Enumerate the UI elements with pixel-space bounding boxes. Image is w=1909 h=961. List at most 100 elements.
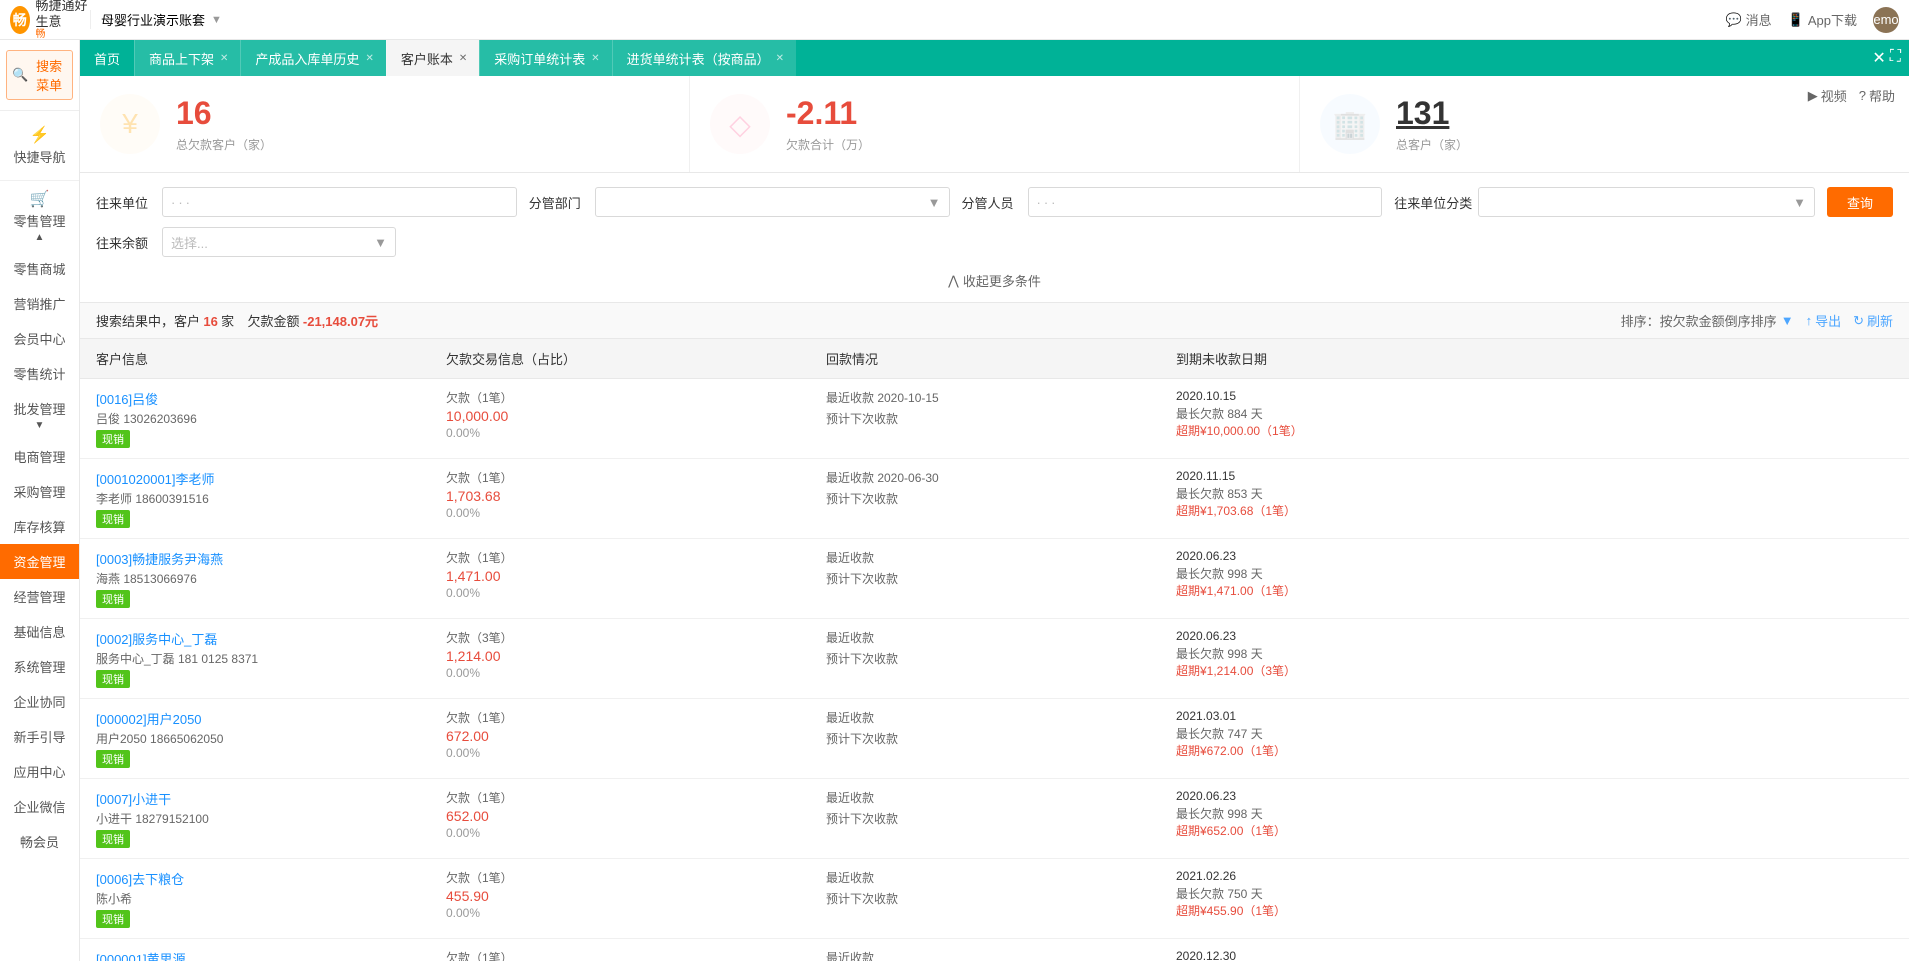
sidebar-item-newbie[interactable]: 新手引导: [0, 719, 79, 754]
expand-tab-btn[interactable]: ⛶: [1890, 48, 1901, 68]
content-area: ¥ 16 总欠款客户（家） ◇ -2.11 欠款合计（万） 🏢: [80, 76, 1909, 961]
search-btn[interactable]: 查询: [1827, 187, 1893, 217]
sidebar-item-ecom-mgmt[interactable]: 电商管理: [0, 439, 79, 474]
tab-actions: ✕ ⛶: [1864, 48, 1909, 68]
close-other-tabs-btn[interactable]: ✕: [1872, 48, 1885, 68]
last-collection-4: 最近收款: [826, 709, 1166, 726]
tab-purchase-order[interactable]: 采购订单统计表 ✕: [479, 40, 611, 76]
sidebar-item-retail-shop[interactable]: 零售商城: [0, 251, 79, 286]
retail-mgmt-arrow: ▲: [35, 232, 45, 243]
tab-bar: 首页 商品上下架 ✕ 产成品入库单历史 ✕ 客户账本 ✕ 采购订单统计表 ✕ 进…: [80, 40, 1909, 76]
source-unit-input[interactable]: ···: [162, 187, 517, 217]
unit-class-arrow: ▼: [1793, 195, 1806, 210]
stats-panel: ¥ 16 总欠款客户（家） ◇ -2.11 欠款合计（万） 🏢: [80, 76, 1909, 173]
video-icon: ▶: [1808, 88, 1818, 104]
next-collection-6: 预计下次收款: [826, 890, 1166, 907]
dept-input[interactable]: ▼: [595, 187, 950, 217]
overdue-link-6[interactable]: 超期¥455.90（1笔）: [1176, 902, 1893, 919]
tab-purchase-stat[interactable]: 进货单统计表（按商品） ✕: [612, 40, 796, 76]
customer-name-6[interactable]: [0006]去下粮仓: [96, 869, 436, 888]
company-dropdown-icon[interactable]: ▼: [211, 14, 222, 26]
customer-cell-6: [0006]去下粮仓 陈小希 现销: [96, 869, 446, 928]
collection-cell-1: 最近收款 2020-06-30 预计下次收款: [826, 469, 1176, 528]
view-video-btn[interactable]: ▶ 视频: [1808, 86, 1847, 105]
help-btn[interactable]: ? 帮助: [1859, 86, 1895, 105]
person-input[interactable]: ···: [1028, 187, 1383, 217]
tab-product-off[interactable]: 商品上下架 ✕: [134, 40, 240, 76]
tab-close-product-history[interactable]: ✕: [365, 53, 373, 64]
overdue-date-3: 2020.06.23: [1176, 629, 1893, 643]
customer-cell-7: [000001]黄思源 黄思源 13552700226 现销: [96, 949, 446, 961]
search-menu-btn[interactable]: 🔍 搜索菜单: [6, 50, 73, 100]
filter-dept: 分管部门 ▼: [529, 187, 950, 217]
debt-amount-0[interactable]: 10,000.00: [446, 408, 816, 424]
debt-cell-6: 欠款（1笔） 455.90 0.00%: [446, 869, 826, 928]
overdue-days-6: 最长欠款 750 天: [1176, 885, 1893, 902]
sidebar-item-purchase-mgmt[interactable]: 采购管理: [0, 474, 79, 509]
message-btn[interactable]: 💬 消息: [1725, 10, 1771, 29]
overdue-link-5[interactable]: 超期¥652.00（1笔）: [1176, 822, 1893, 839]
sidebar-item-member[interactable]: 会员中心: [0, 321, 79, 356]
overdue-link-0[interactable]: 超期¥10,000.00（1笔）: [1176, 422, 1893, 439]
sidebar-item-quick-nav[interactable]: ⚡ 快捷导航: [0, 117, 79, 174]
company-select[interactable]: 母婴行业演示账套 ▼: [90, 10, 1725, 29]
balance-input[interactable]: 选择... ▼: [162, 227, 396, 257]
tab-close-purchase-stat[interactable]: ✕: [776, 53, 784, 64]
collapse-btn[interactable]: ⋀ 收起更多条件: [96, 267, 1893, 294]
customer-cell-1: [0001020001]李老师 李老师 18600391516 现销: [96, 469, 446, 528]
tab-home[interactable]: 首页: [80, 40, 134, 76]
customer-name-0[interactable]: [0016]吕俊: [96, 389, 436, 408]
sidebar-item-vip[interactable]: 畅会员: [0, 824, 79, 859]
debt-amount-2[interactable]: 1,471.00: [446, 568, 816, 584]
export-btn[interactable]: ↑ 导出: [1806, 311, 1842, 330]
avatar[interactable]: demo2: [1873, 7, 1899, 33]
customer-name-1[interactable]: [0001020001]李老师: [96, 469, 436, 488]
sidebar-item-sys-mgmt[interactable]: 系统管理: [0, 649, 79, 684]
sidebar-item-marketing[interactable]: 营销推广: [0, 286, 79, 321]
debt-pct-3: 0.00%: [446, 666, 816, 680]
table-header: 客户信息 欠款交易信息（占比） 回款情况 到期未收款日期: [80, 339, 1909, 379]
tab-close-purchase-order[interactable]: ✕: [591, 53, 599, 64]
table-row: [0001020001]李老师 李老师 18600391516 现销 欠款（1笔…: [80, 459, 1909, 539]
sidebar-item-enterprise-wx[interactable]: 企业微信: [0, 789, 79, 824]
customer-name-5[interactable]: [0007]小进干: [96, 789, 436, 808]
last-collection-6: 最近收款: [826, 869, 1166, 886]
debt-amount-1[interactable]: 1,703.68: [446, 488, 816, 504]
overdue-link-1[interactable]: 超期¥1,703.68（1笔）: [1176, 502, 1893, 519]
overdue-link-3[interactable]: 超期¥1,214.00（3笔）: [1176, 662, 1893, 679]
debt-amount-3[interactable]: 1,214.00: [446, 648, 816, 664]
sidebar-item-basic-info[interactable]: 基础信息: [0, 614, 79, 649]
unit-class-input[interactable]: ▼: [1478, 187, 1815, 217]
debt-label-2: 欠款（1笔）: [446, 549, 816, 566]
customer-name-4[interactable]: [000002]用户2050: [96, 709, 436, 728]
stat-total-customers-icon: 🏢: [1320, 94, 1380, 154]
sidebar-item-ops-mgmt[interactable]: 经营管理: [0, 579, 79, 614]
customer-name-3[interactable]: [0002]服务中心_丁磊: [96, 629, 436, 648]
tab-close-product-off[interactable]: ✕: [220, 53, 228, 64]
tab-customer-account[interactable]: 客户账本 ✕: [386, 40, 479, 76]
sidebar-item-enterprise[interactable]: 企业协同: [0, 684, 79, 719]
customer-name-2[interactable]: [0003]畅捷服务尹海燕: [96, 549, 436, 568]
header-overdue: 到期未收款日期: [1176, 349, 1893, 368]
debt-pct-1: 0.00%: [446, 506, 816, 520]
sidebar-item-retail-mgmt[interactable]: 🛒 零售管理 ▲: [0, 181, 79, 251]
filter-balance: 往来余额 选择... ▼: [96, 227, 396, 257]
debt-amount-4[interactable]: 672.00: [446, 728, 816, 744]
sidebar-item-retail-stat[interactable]: 零售统计: [0, 356, 79, 391]
sidebar-item-finance[interactable]: 资金管理: [0, 544, 79, 579]
sidebar-item-inventory[interactable]: 库存核算: [0, 509, 79, 544]
tab-product-history[interactable]: 产成品入库单历史 ✕: [240, 40, 385, 76]
sidebar-item-app-center[interactable]: 应用中心: [0, 754, 79, 789]
customer-name-7[interactable]: [000001]黄思源: [96, 949, 436, 961]
sidebar-item-batch-mgmt[interactable]: 批发管理 ▼: [0, 391, 79, 439]
debt-amount-6[interactable]: 455.90: [446, 888, 816, 904]
tab-close-customer-account[interactable]: ✕: [459, 53, 467, 64]
overdue-link-4[interactable]: 超期¥672.00（1笔）: [1176, 742, 1893, 759]
filter-row-2: 往来余额 选择... ▼: [96, 227, 1893, 257]
app-download-btn[interactable]: 📱 App下载: [1788, 10, 1857, 29]
sort-select[interactable]: 排序：按欠款金额倒序排序 ▼: [1621, 311, 1794, 330]
refresh-btn[interactable]: ↻ 刷新: [1853, 311, 1893, 330]
overdue-link-2[interactable]: 超期¥1,471.00（1笔）: [1176, 582, 1893, 599]
stat-debt-customers-info: 16 总欠款客户（家）: [176, 95, 272, 153]
debt-amount-5[interactable]: 652.00: [446, 808, 816, 824]
